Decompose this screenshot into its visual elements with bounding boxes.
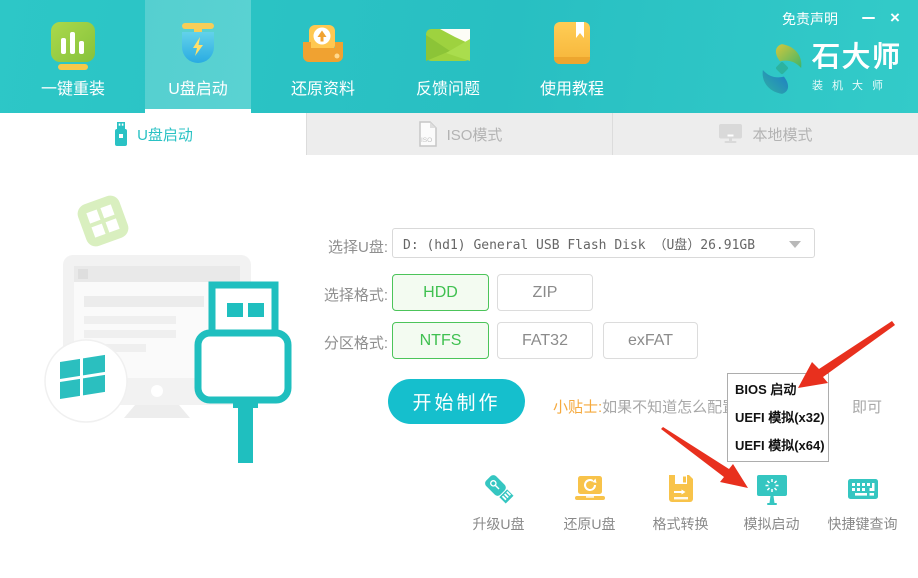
tip-prefix: 小贴士: [553,399,602,416]
book-icon [548,20,596,72]
tool-label: 快捷键查询 [828,514,898,534]
tab-label: U盘启动 [137,124,193,145]
shield-bolt-icon [174,20,222,72]
top-bar: 一键重装 U盘启动 [0,0,918,113]
partition-select-label: 分区格式: [322,332,388,353]
brand-name: 石大师 [812,40,902,74]
format-option-zip[interactable]: ZIP [497,274,593,311]
format-select-label: 选择格式: [322,284,388,305]
tab-usb-boot[interactable]: U盘启动 [0,113,306,155]
partition-option-ntfs[interactable]: NTFS [392,322,489,359]
format-convert-icon [662,468,700,508]
popup-item-uefi-x64[interactable]: UEFI 模拟(x64) [728,432,828,460]
usb-select-dropdown[interactable]: D: (hd1) General USB Flash Disk （U盘）26.9… [392,228,815,258]
tool-upgrade-usb[interactable]: 升级U盘 [453,468,544,534]
bottom-toolbar: 升级U盘 还原U盘 [453,468,908,534]
tab-local-mode[interactable]: 本地模式 [612,113,918,155]
mode-tabs: U盘启动 ISO ISO模式 本地模式 [0,113,918,155]
restore-usb-icon [571,468,609,508]
simulate-boot-icon [753,468,791,508]
tip-body: 如果不知道怎么配置 [602,399,737,416]
menu-item-restore-data[interactable]: 还原资料 [270,0,376,113]
tool-label: 升级U盘 [472,514,524,534]
envelope-icon [424,20,472,72]
menu-item-feedback[interactable]: 反馈问题 [395,0,501,113]
menu-item-usb-boot[interactable]: U盘启动 [145,0,251,113]
menu-label: 还原资料 [291,75,355,99]
tool-hotkey-lookup[interactable]: 快捷键查询 [817,468,908,534]
menu-label: 使用教程 [540,75,604,99]
tool-label: 格式转换 [653,514,709,534]
usb-icon [113,121,129,147]
boot-mode-popup: BIOS 启动 UEFI 模拟(x32) UEFI 模拟(x64) [727,373,829,462]
monitor-icon [718,123,744,145]
menu-label: 一键重装 [41,75,105,99]
minimize-icon [862,17,875,20]
menu-label: 反馈问题 [416,75,480,99]
app-window: 一键重装 U盘启动 [0,0,918,578]
menu-item-tutorial[interactable]: 使用教程 [519,0,625,113]
usb-computer-illustration [35,180,305,480]
upgrade-usb-icon [480,468,518,508]
restore-box-icon [299,20,347,72]
tab-label: 本地模式 [752,124,812,145]
popup-item-uefi-x32[interactable]: UEFI 模拟(x32) [728,404,828,432]
brand-swirl-icon [760,40,804,98]
usb-select-value: D: (hd1) General USB Flash Disk （U盘）26.9… [403,234,755,253]
usb-select-label: 选择U盘: [322,236,388,257]
tip-text: 小贴士:如果不知道怎么配置 [553,396,737,417]
brand-logo: 石大师 装机大师 [760,40,902,98]
tab-iso-mode[interactable]: ISO ISO模式 [306,113,612,155]
tool-label: 还原U盘 [563,514,615,534]
tab-label: ISO模式 [447,124,503,145]
tip-text-suffix: 即可 [852,396,882,417]
popup-item-bios[interactable]: BIOS 启动 [728,376,828,404]
hotkey-icon [844,468,882,508]
tool-simulate-boot[interactable]: 模拟启动 [726,468,817,534]
chevron-down-icon [789,241,801,248]
minimize-button[interactable] [858,8,878,28]
start-make-button[interactable]: 开始制作 [388,379,525,424]
format-option-hdd[interactable]: HDD [392,274,489,311]
close-button[interactable]: × [885,8,905,28]
iso-badge: ISO [421,137,432,144]
tool-label: 模拟启动 [744,514,800,534]
iso-file-icon: ISO [417,121,439,147]
partition-option-exfat[interactable]: exFAT [603,322,698,359]
tool-format-convert[interactable]: 格式转换 [635,468,726,534]
menu-label: U盘启动 [168,75,228,99]
tool-restore-usb[interactable]: 还原U盘 [544,468,635,534]
menu-item-reinstall[interactable]: 一键重装 [20,0,126,113]
chart-icon [49,20,97,72]
disclaimer-link[interactable]: 免责声明 [782,9,838,29]
brand-subtitle: 装机大师 [812,77,902,93]
partition-option-fat32[interactable]: FAT32 [497,322,593,359]
